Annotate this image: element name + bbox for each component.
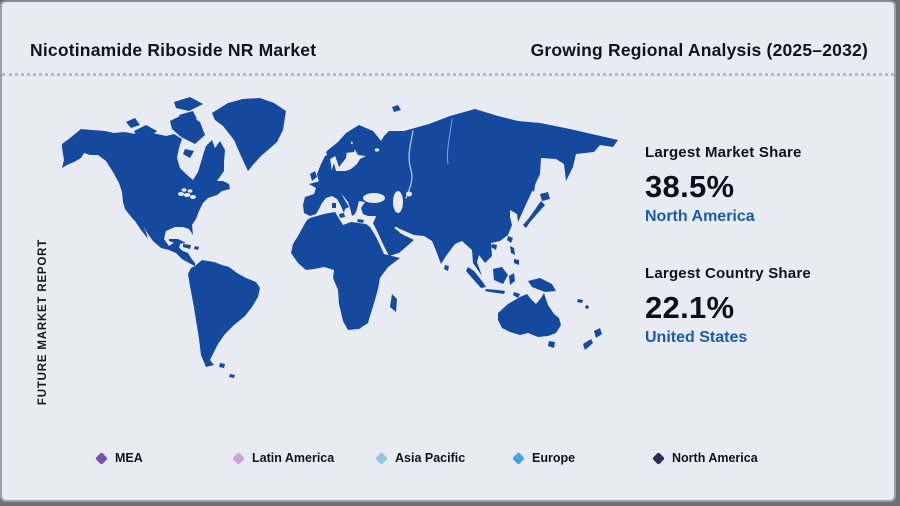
british-isles: [310, 154, 332, 185]
continents: [62, 97, 618, 378]
stat-label: Largest Country Share: [645, 265, 811, 282]
legend-item-mea: MEA: [95, 449, 143, 467]
legend-label: Latin America: [252, 451, 335, 465]
diamond-icon: [375, 451, 388, 465]
brand-vertical-text: FUTURE MARKET REPORT: [37, 238, 49, 406]
header: Nicotinamide Riboside NR Market Growing …: [2, 2, 894, 76]
diamond-icon: [512, 451, 525, 465]
legend-item-europe: Europe: [512, 449, 576, 467]
north-america: [62, 129, 230, 266]
page-title: Nicotinamide Riboside NR Market: [30, 40, 317, 60]
legend: MEA Latin America Asia Pacific Europe No…: [2, 449, 894, 467]
stat-value: 38.5%: [645, 169, 735, 204]
infographic-card: Nicotinamide Riboside NR Market Growing …: [0, 0, 896, 502]
diamond-icon: [652, 451, 665, 465]
legend-label: North America: [672, 451, 758, 465]
legend-item-asia-pacific: Asia Pacific: [375, 449, 466, 467]
southeast-asia-islands: [444, 236, 556, 298]
legend-label: Europe: [532, 451, 576, 465]
stat-value: 22.1%: [645, 290, 735, 325]
legend-label: MEA: [115, 451, 143, 465]
stat-country-share: Largest Country Share 22.1% United State…: [645, 265, 894, 347]
stat-region: North America: [645, 208, 755, 225]
stat-region: United States: [645, 329, 748, 346]
world-map-svg: [62, 97, 618, 378]
south-america: [188, 260, 260, 378]
australia: [498, 293, 602, 350]
legend-item-latin-america: Latin America: [232, 449, 335, 467]
world-map: [62, 92, 646, 426]
page-subtitle: Growing Regional Analysis (2025–2032): [530, 40, 868, 60]
diamond-icon: [232, 451, 245, 465]
stat-market-share: Largest Market Share 38.5% North America: [645, 144, 894, 226]
diamond-icon: [95, 451, 108, 465]
legend-label: Asia Pacific: [395, 451, 466, 465]
stat-label: Largest Market Share: [645, 144, 802, 161]
legend-item-north-america: North America: [652, 449, 758, 467]
